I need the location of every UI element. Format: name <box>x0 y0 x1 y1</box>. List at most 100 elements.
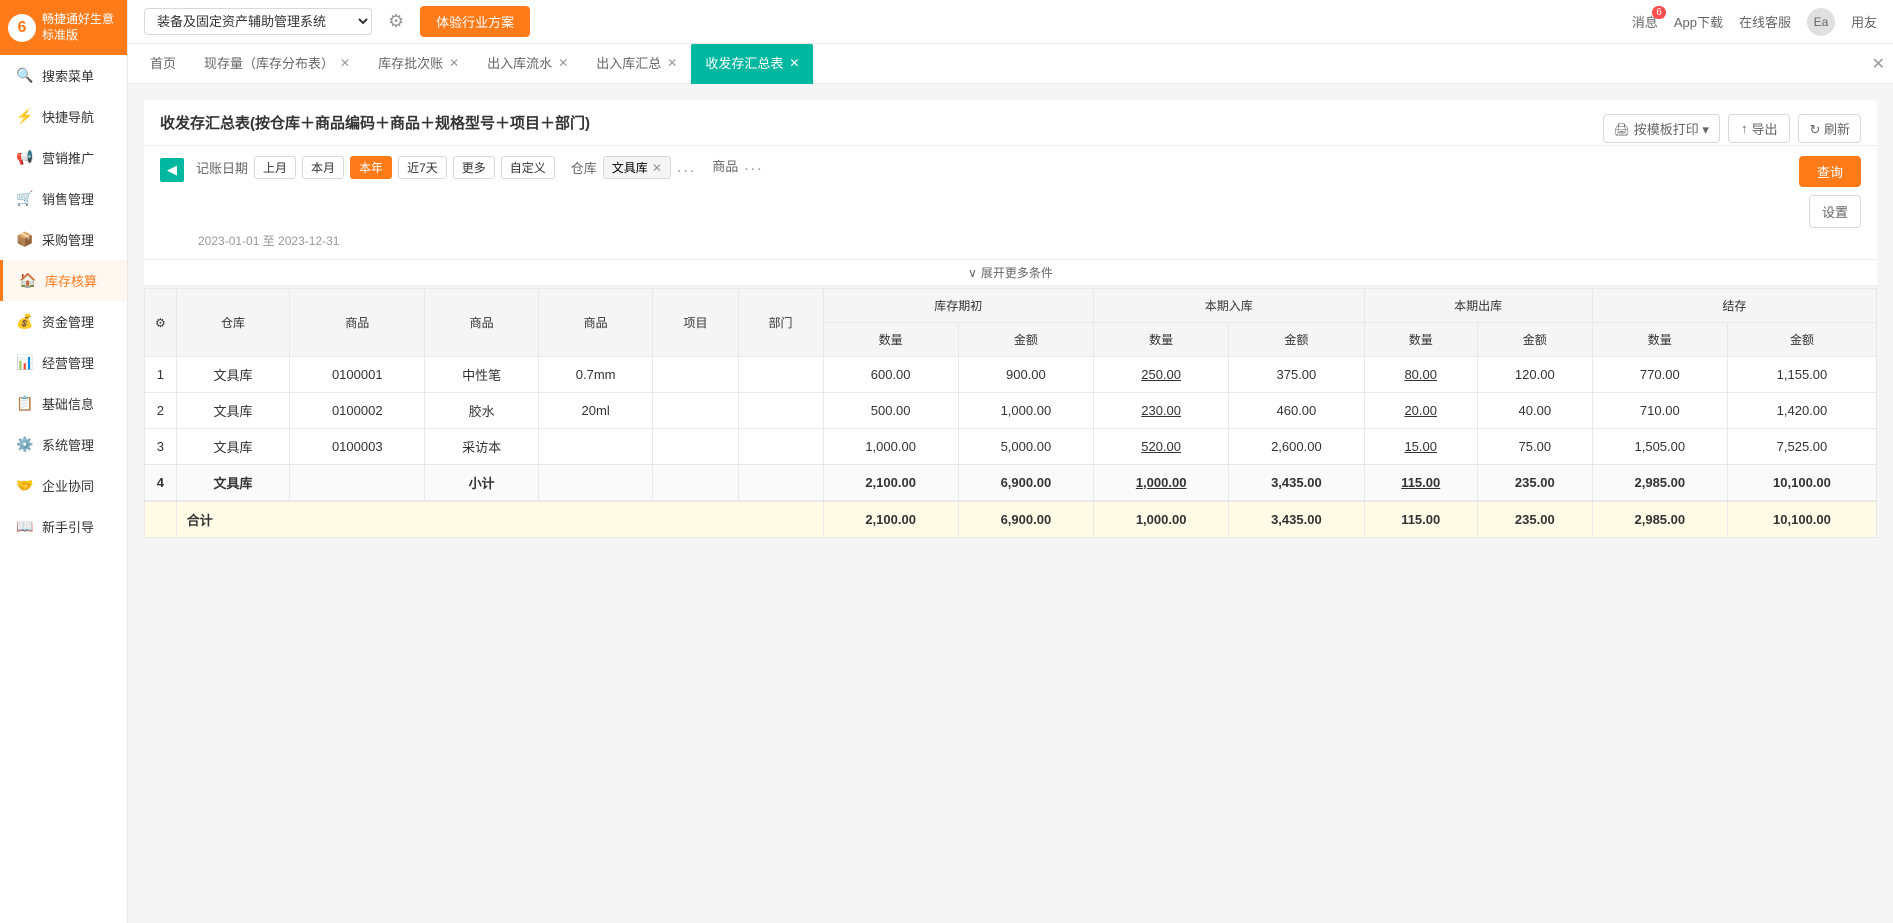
tab-flow[interactable]: 出入库流水 ✕ <box>473 44 582 84</box>
sidebar-item-enterprise[interactable]: 🤝 企业协同 <box>0 465 127 506</box>
row-out-qty-link[interactable]: 115.00 <box>1401 475 1440 490</box>
row-out-qty-link[interactable]: 15.00 <box>1404 439 1437 454</box>
row-warehouse: 文具库 <box>176 357 289 393</box>
tab-summary[interactable]: 出入库汇总 ✕ <box>582 44 691 84</box>
footer-in-qty: 1,000.00 <box>1094 501 1229 538</box>
row-in-qty: 250.00 <box>1094 357 1229 393</box>
close-icon[interactable]: ✕ <box>340 56 350 70</box>
expand-more-button[interactable]: ∨ 展开更多条件 <box>968 264 1053 281</box>
sidebar-title-line2: 标准版 <box>42 28 114 44</box>
collapse-filter-button[interactable]: ◀ <box>160 158 184 182</box>
row-out-qty-link[interactable]: 80.00 <box>1404 367 1437 382</box>
this-month-btn[interactable]: 本月 <box>302 156 344 179</box>
print-icon: 🖨 <box>1614 122 1631 137</box>
row-in-qty: 230.00 <box>1094 393 1229 429</box>
house-icon: 🏠 <box>19 272 37 289</box>
row-balance-amt: 1,420.00 <box>1727 393 1876 429</box>
goods-label: 商品 <box>712 156 738 175</box>
sidebar-item-system[interactable]: ⚙️ 系统管理 <box>0 424 127 465</box>
row-code <box>290 465 425 502</box>
balance-header: 结存 <box>1592 289 1876 323</box>
table-area: ⚙ 仓库 商品 商品 商品 项目 部门 库存期初 本期入库 本期出库 结存 <box>144 288 1877 538</box>
custom-date-btn[interactable]: 自定义 <box>501 156 555 179</box>
goods-more-button[interactable]: ... <box>744 157 763 175</box>
print-button[interactable]: 🖨 按模板打印 ▾ <box>1603 114 1720 143</box>
balance-amt-header: 金额 <box>1727 323 1876 357</box>
row-project <box>653 465 738 502</box>
row-balance-amt: 10,100.00 <box>1727 465 1876 502</box>
opening-amt-header: 金额 <box>958 323 1093 357</box>
settings-icon[interactable]: ⚙ <box>388 11 404 32</box>
setting-button[interactable]: 设置 <box>1809 195 1861 228</box>
app-download-link[interactable]: App下载 <box>1674 12 1723 31</box>
tab-inventory-dist[interactable]: 现存量（库存分布表） ✕ <box>190 44 364 84</box>
close-icon[interactable]: ✕ <box>449 56 459 70</box>
out-amt-header: 金额 <box>1477 323 1592 357</box>
balance-qty-header: 数量 <box>1592 323 1727 357</box>
this-year-btn[interactable]: 本年 <box>350 156 392 179</box>
tab-batch[interactable]: 库存批次账 ✕ <box>364 44 473 84</box>
sidebar-item-search[interactable]: 🔍 搜索菜单 <box>0 55 127 96</box>
row-in-qty-link[interactable]: 520.00 <box>1141 439 1181 454</box>
sidebar-item-label: 基础信息 <box>42 394 94 413</box>
row-out-qty-link[interactable]: 20.00 <box>1404 403 1437 418</box>
handshake-icon: 🤝 <box>16 477 34 494</box>
last-month-btn[interactable]: 上月 <box>254 156 296 179</box>
tab-receipt-summary[interactable]: 收发存汇总表 ✕ <box>691 44 813 84</box>
avatar: Ea <box>1807 8 1835 36</box>
sidebar-item-basic[interactable]: 📋 基础信息 <box>0 383 127 424</box>
row-warehouse: 文具库 <box>176 429 289 465</box>
sidebar-item-purchase[interactable]: 📦 采购管理 <box>0 219 127 260</box>
table-footer: 合计 2,100.00 6,900.00 1,000.00 3,435.00 1… <box>145 501 1877 538</box>
export-button[interactable]: ↑ 导出 <box>1728 114 1791 143</box>
sidebar-item-label: 企业协同 <box>42 476 94 495</box>
message-badge-wrapper[interactable]: 消息 6 <box>1632 12 1658 31</box>
close-icon[interactable]: ✕ <box>789 56 799 70</box>
query-button[interactable]: 查询 <box>1799 156 1861 187</box>
row-opening-qty: 600.00 <box>823 357 958 393</box>
row-in-qty-link[interactable]: 250.00 <box>1141 367 1181 382</box>
row-opening-amt: 6,900.00 <box>958 465 1093 502</box>
sidebar-item-inventory[interactable]: 🏠 库存核算 <box>0 260 127 301</box>
trial-button[interactable]: 体验行业方案 <box>420 6 530 37</box>
row-dept <box>738 357 823 393</box>
row-code: 0100003 <box>290 429 425 465</box>
system-select[interactable]: 装备及固定资产辅助管理系统 <box>144 8 372 35</box>
close-all-tabs-button[interactable]: ✕ <box>1872 54 1885 74</box>
settings-column-header[interactable]: ⚙ <box>145 289 177 357</box>
footer-balance-qty: 2,985.00 <box>1592 501 1727 538</box>
filter-main: 记账日期 上月 本月 本年 近7天 更多 自定义 仓库 文具库 ✕ <box>196 156 1861 249</box>
sidebar-item-quick[interactable]: ⚡ 快捷导航 <box>0 96 127 137</box>
last-7-days-btn[interactable]: 近7天 <box>398 156 447 179</box>
row-out-qty: 115.00 <box>1364 465 1477 502</box>
out-qty-header: 数量 <box>1364 323 1477 357</box>
tabbar: 首页 现存量（库存分布表） ✕ 库存批次账 ✕ 出入库流水 ✕ 出入库汇总 ✕ … <box>128 44 1893 84</box>
close-icon[interactable]: ✕ <box>667 56 677 70</box>
row-in-qty-link[interactable]: 230.00 <box>1141 403 1181 418</box>
more-date-btn[interactable]: 更多 <box>453 156 495 179</box>
warehouse-more-button[interactable]: ... <box>677 159 696 177</box>
row-number: 2 <box>145 393 177 429</box>
footer-out-qty: 115.00 <box>1364 501 1477 538</box>
refresh-button[interactable]: ↻ 刷新 <box>1798 114 1861 143</box>
row-name: 胶水 <box>425 393 538 429</box>
sidebar-item-finance[interactable]: 💰 资金管理 <box>0 301 127 342</box>
sidebar-item-operation[interactable]: 📊 经营管理 <box>0 342 127 383</box>
remove-warehouse-button[interactable]: ✕ <box>652 161 662 175</box>
row-in-qty-link[interactable]: 1,000.00 <box>1136 475 1187 490</box>
row-code: 0100001 <box>290 357 425 393</box>
search-icon: 🔍 <box>16 67 34 84</box>
sidebar-item-guide[interactable]: 📖 新手引导 <box>0 506 127 547</box>
sidebar-item-marketing[interactable]: 📢 营销推广 <box>0 137 127 178</box>
close-icon[interactable]: ✕ <box>558 56 568 70</box>
sidebar-header: 6 畅捷通好生意 标准版 <box>0 0 127 55</box>
period-in-header: 本期入库 <box>1094 289 1365 323</box>
tab-home[interactable]: 首页 <box>136 44 190 84</box>
row-project <box>653 357 738 393</box>
row-spec: 0.7mm <box>538 357 653 393</box>
in-qty-header: 数量 <box>1094 323 1229 357</box>
sidebar: 6 畅捷通好生意 标准版 🔍 搜索菜单 ⚡ 快捷导航 📢 营销推广 🛒 销售管理… <box>0 0 128 923</box>
footer-in-amt: 3,435.00 <box>1229 501 1364 538</box>
sidebar-item-sales[interactable]: 🛒 销售管理 <box>0 178 127 219</box>
online-service-link[interactable]: 在线客服 <box>1739 12 1791 31</box>
